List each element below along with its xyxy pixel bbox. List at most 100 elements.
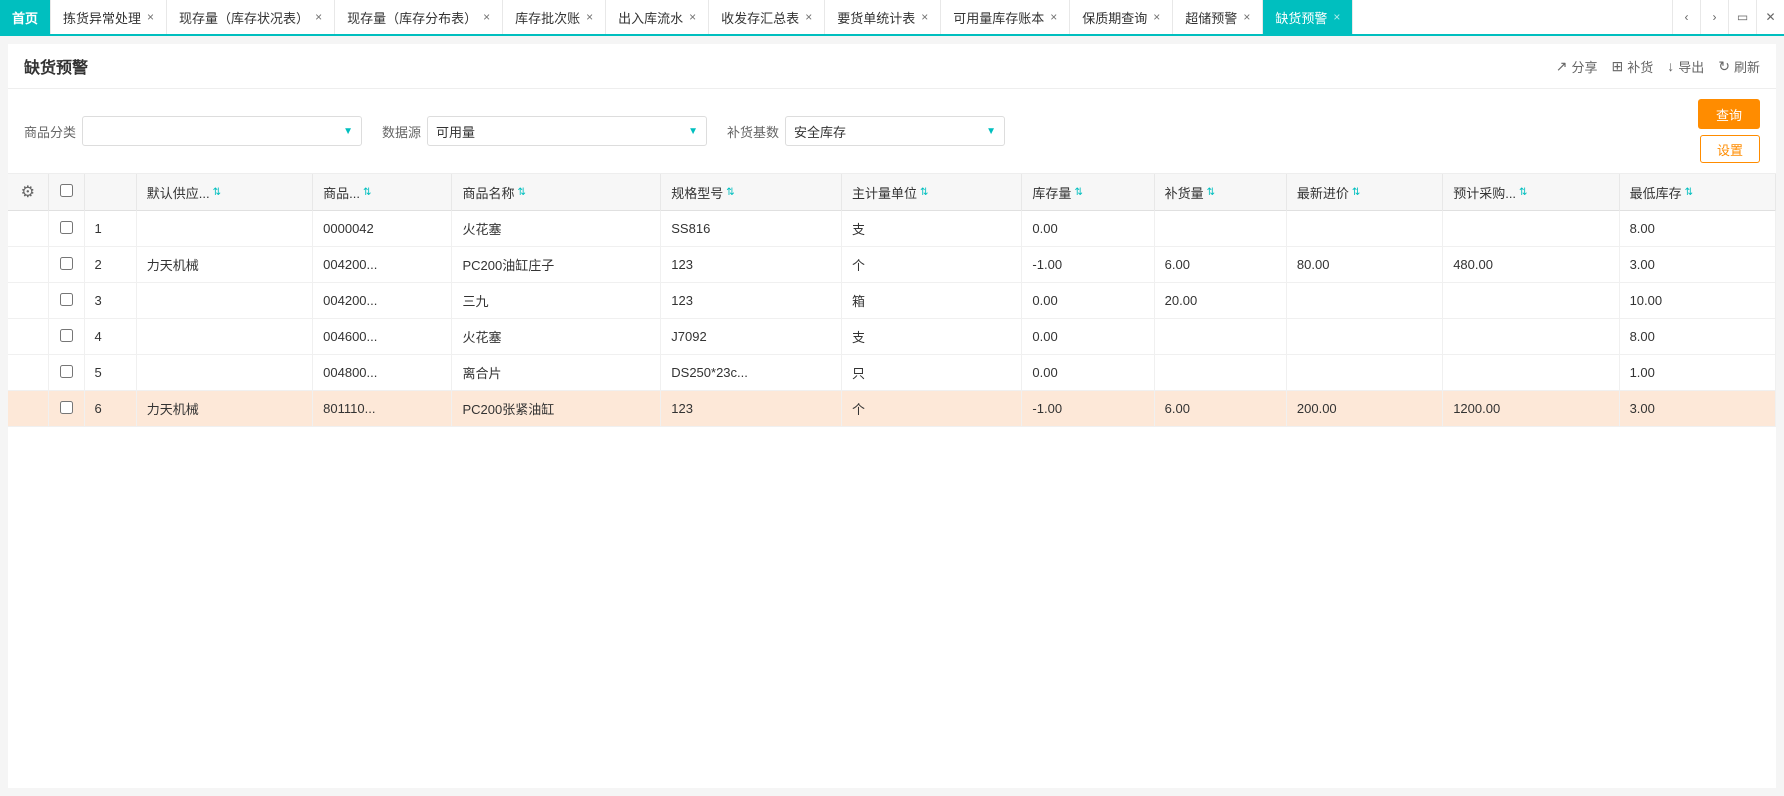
tab-7[interactable]: 要货单统计表 × [825,0,941,34]
row-checkbox[interactable] [60,401,73,414]
row-checkbox[interactable] [60,329,73,342]
row-checkbox[interactable] [60,293,73,306]
cell-checkbox[interactable] [48,283,84,319]
col-stock-qty[interactable]: 库存量 ⇅ [1022,174,1154,211]
row-checkbox[interactable] [60,257,73,270]
cell-replenish-qty: 6.00 [1154,391,1286,427]
refresh-button[interactable]: ↻ 刷新 [1718,57,1760,76]
col-unit[interactable]: 主计量单位 ⇅ [842,174,1022,211]
tab-3[interactable]: 现存量（库存分布表） × [335,0,503,34]
tab-2-close[interactable]: × [315,10,322,24]
replenish-base-value: 安全库存 [794,122,846,141]
col-stock-qty-label: 库存量 [1032,183,1071,202]
cell-product-name: 火花塞 [452,319,661,355]
cell-stock-qty: 0.00 [1022,283,1154,319]
tab-1[interactable]: 拣货异常处理 × [51,0,167,34]
cell-rownum: 3 [84,283,136,319]
column-settings-icon[interactable]: ⚙ [21,184,35,201]
supplier-sort-icon: ⇅ [213,187,221,198]
tab-5-close[interactable]: × [689,10,696,24]
main-content: 缺货预警 ↗ 分享 ⊞ 补货 ↓ 导出 ↻ 刷新 商品分类 [8,44,1776,788]
tab-10-close[interactable]: × [1243,10,1250,24]
tab-5[interactable]: 出入库流水 × [606,0,709,34]
est-purchase-sort-icon: ⇅ [1519,187,1527,198]
tab-9-close[interactable]: × [1153,10,1160,24]
tab-11[interactable]: 缺货预警 × [1263,0,1353,34]
col-est-purchase-label: 预计采购... [1453,183,1516,202]
export-button[interactable]: ↓ 导出 [1667,57,1704,76]
col-checkbox [48,174,84,211]
cell-min-stock: 8.00 [1619,319,1775,355]
tab-2[interactable]: 现存量（库存状况表） × [167,0,335,34]
col-supplier[interactable]: 默认供应... ⇅ [136,174,312,211]
cell-checkbox[interactable] [48,319,84,355]
cell-spec: 123 [661,283,842,319]
cell-latest-price [1286,211,1442,247]
cell-product-name: 三九 [452,283,661,319]
tab-bar: 首页 拣货异常处理 × 现存量（库存状况表） × 现存量（库存分布表） × 库存… [0,0,1784,36]
tab-restore-btn[interactable]: ▭ [1728,0,1756,34]
share-button[interactable]: ↗ 分享 [1556,57,1598,76]
cell-checkbox[interactable] [48,391,84,427]
cell-unit: 只 [842,355,1022,391]
tab-next-btn[interactable]: › [1700,0,1728,34]
category-select[interactable]: ▼ [82,116,362,146]
tab-close-all-btn[interactable]: ✕ [1756,0,1784,34]
cell-product-code: 004200... [313,247,452,283]
table-body: 10000042火花塞SS816支0.008.002力天机械004200...P… [8,211,1776,427]
cell-checkbox[interactable] [48,355,84,391]
page-header: 缺货预警 ↗ 分享 ⊞ 补货 ↓ 导出 ↻ 刷新 [8,44,1776,89]
tab-prev-btn[interactable]: ‹ [1672,0,1700,34]
col-replenish-qty[interactable]: 补货量 ⇅ [1154,174,1286,211]
select-all-checkbox[interactable] [60,184,73,197]
col-spec[interactable]: 规格型号 ⇅ [661,174,842,211]
tab-3-close[interactable]: × [483,10,490,24]
cell-settings [8,391,48,427]
cell-spec: J7092 [661,319,842,355]
replenish-icon: ⊞ [1611,58,1623,75]
cell-product-name: PC200张紧油缸 [452,391,661,427]
tab-11-label: 缺货预警 [1275,8,1327,27]
col-latest-price[interactable]: 最新进价 ⇅ [1286,174,1442,211]
tab-7-close[interactable]: × [921,10,928,24]
replenish-base-select[interactable]: 安全库存 ▼ [785,116,1005,146]
table-row: 2力天机械004200...PC200油缸庄子123个-1.006.0080.0… [8,247,1776,283]
row-checkbox[interactable] [60,221,73,234]
share-icon: ↗ [1556,58,1568,75]
tab-3-label: 现存量（库存分布表） [347,8,477,27]
tab-8[interactable]: 可用量库存账本 × [941,0,1070,34]
col-settings[interactable]: ⚙ [8,174,48,211]
replenish-button[interactable]: ⊞ 补货 [1611,57,1653,76]
tab-11-close[interactable]: × [1333,10,1340,24]
cell-settings [8,283,48,319]
cell-latest-price: 80.00 [1286,247,1442,283]
tab-6-close[interactable]: × [805,10,812,24]
share-label: 分享 [1571,57,1597,76]
datasource-select[interactable]: 可用量 ▼ [427,116,707,146]
cell-settings [8,247,48,283]
cell-checkbox[interactable] [48,247,84,283]
cell-checkbox[interactable] [48,211,84,247]
tab-4-close[interactable]: × [586,10,593,24]
col-product-code[interactable]: 商品... ⇅ [313,174,452,211]
spec-sort-icon: ⇅ [726,187,734,198]
tab-4[interactable]: 库存批次账 × [503,0,606,34]
col-product-name[interactable]: 商品名称 ⇅ [452,174,661,211]
tab-1-close[interactable]: × [147,10,154,24]
tab-6[interactable]: 收发存汇总表 × [709,0,825,34]
cell-product-code: 004800... [313,355,452,391]
cell-spec: DS250*23c... [661,355,842,391]
tab-8-close[interactable]: × [1050,10,1057,24]
data-table: ⚙ 默认供应... ⇅ 商品... [8,174,1776,427]
cell-replenish-qty [1154,355,1286,391]
replenish-base-filter-group: 补货基数 安全库存 ▼ [727,116,1005,146]
query-button[interactable]: 查询 [1698,99,1760,129]
cell-unit: 个 [842,247,1022,283]
tab-10[interactable]: 超储预警 × [1173,0,1263,34]
tab-home[interactable]: 首页 [0,0,51,34]
col-est-purchase[interactable]: 预计采购... ⇅ [1443,174,1619,211]
col-min-stock[interactable]: 最低库存 ⇅ [1619,174,1775,211]
settings-button[interactable]: 设置 [1700,135,1760,163]
row-checkbox[interactable] [60,365,73,378]
tab-9[interactable]: 保质期查询 × [1070,0,1173,34]
